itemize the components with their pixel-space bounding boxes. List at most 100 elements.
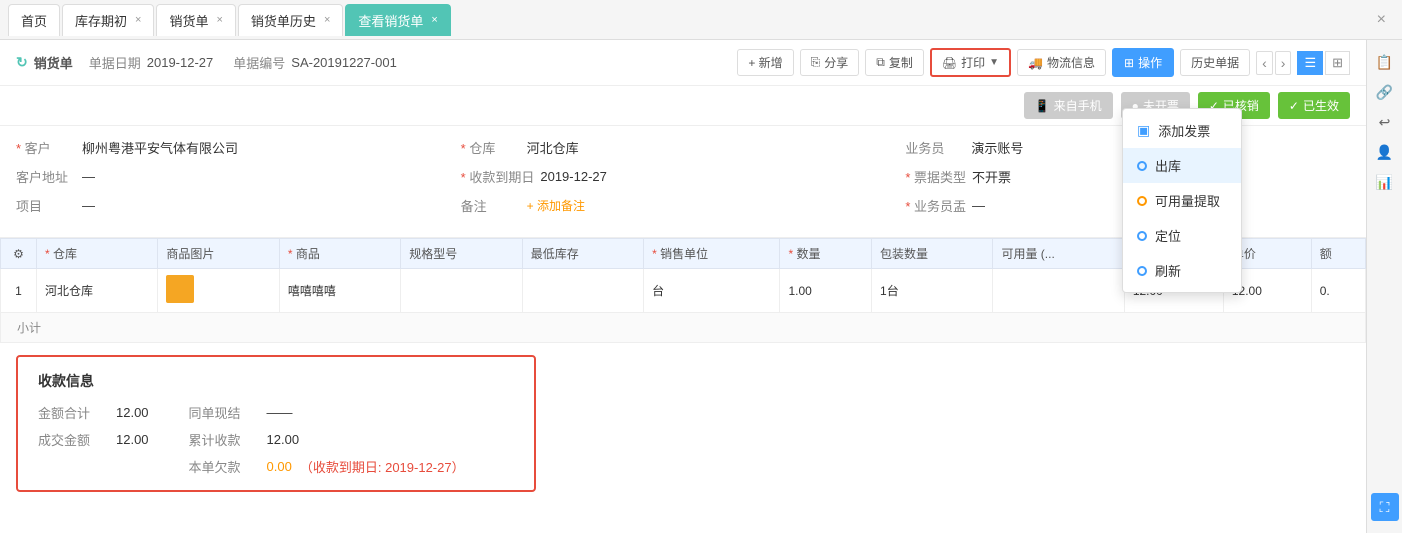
settings-col-header: ⚙ — [1, 239, 37, 269]
row-sales-unit: 台 — [644, 269, 780, 313]
truck-icon: 🚚 — [1028, 56, 1043, 70]
invoice-icon: ▣ — [1137, 122, 1150, 139]
close-tab-sales-order[interactable]: × — [216, 14, 222, 26]
summary-deal-amount: 成交金额 12.00 — [38, 430, 149, 449]
sidebar-expand-icon[interactable]: ⛶ — [1371, 493, 1399, 521]
close-tab-inventory-init[interactable]: × — [135, 14, 141, 26]
project-value: — — [82, 198, 95, 213]
payment-date-value: 2019-12-27 — [540, 169, 607, 184]
copy-icon: ⧉ — [876, 55, 885, 70]
copy-button[interactable]: ⧉ 复制 — [865, 49, 924, 76]
doc-actions: + 新增 ⎘ 分享 ⧉ 复制 🖨 打印 ▼ 🚚 物流信息 — [737, 48, 1350, 77]
product-img-col-header: 商品图片 — [158, 239, 279, 269]
sidebar-doc-icon[interactable]: 📋 — [1371, 48, 1399, 76]
summary-col-right: 同单现结 —— 累计收款 12.00 本单欠款 0.00 （收款到期日: 201… — [189, 403, 465, 476]
summary-accumulated: 累计收款 12.00 — [189, 430, 465, 449]
doc-header: ↻ 销货单 单据日期 2019-12-27 单据编号 SA-20191227-0… — [0, 40, 1366, 86]
effective-button[interactable]: ✓ 已生效 — [1278, 92, 1350, 119]
sales-unit-col-header: * 销售单位 — [644, 239, 780, 269]
min-stock-col-header: 最低库存 — [522, 239, 643, 269]
quantity-fetch-dot — [1137, 196, 1147, 206]
operations-dropdown: ▣ 添加发票 出库 可用量提取 定位 刷新 — [1122, 108, 1242, 293]
employee-label: 业务员 — [905, 138, 965, 157]
summary-same-settle: 同单现结 —— — [189, 403, 465, 422]
list-view-button[interactable]: ☰ — [1297, 51, 1323, 75]
next-button[interactable]: › — [1275, 51, 1292, 75]
close-all-button[interactable]: × — [1369, 11, 1394, 29]
add-note-button[interactable]: + 添加备注 — [527, 197, 585, 214]
address-value: — — [82, 169, 95, 184]
row-min-stock — [522, 269, 643, 313]
plus-icon: + — [527, 199, 534, 213]
tab-view-sales[interactable]: 查看销货单 × — [345, 4, 450, 36]
phone-icon: 📱 — [1035, 99, 1050, 113]
row-product: 嘻嘻嘻嘻 — [279, 269, 400, 313]
effective-icon: ✓ — [1289, 99, 1299, 113]
dropdown-locate[interactable]: 定位 — [1123, 218, 1241, 253]
quantity-col-header: * 数量 — [780, 239, 872, 269]
logistics-button[interactable]: 🚚 物流信息 — [1017, 49, 1106, 76]
dropdown-add-invoice[interactable]: ▣ 添加发票 — [1123, 113, 1241, 148]
warehouse-label: 仓库 — [461, 138, 521, 157]
new-button[interactable]: + 新增 — [737, 49, 793, 76]
row-warehouse: 河北仓库 — [37, 269, 158, 313]
row-pack-qty: 1台 — [872, 269, 993, 313]
sidebar-user-icon[interactable]: 👤 — [1371, 138, 1399, 166]
right-sidebar: 📋 🔗 ↩ 👤 📊 ⛶ — [1366, 40, 1402, 533]
grid-view-button[interactable]: ⊞ — [1325, 51, 1350, 75]
note-field: 备注 + 添加备注 — [461, 196, 906, 215]
locate-dot — [1137, 231, 1147, 241]
row-spec — [401, 269, 522, 313]
warehouse-col-header: * 仓库 — [37, 239, 158, 269]
print-button[interactable]: 🖨 打印 ▼ — [930, 48, 1011, 77]
payment-date-field: 收款到期日 2019-12-27 — [461, 167, 906, 186]
view-toggle: ☰ ⊞ — [1297, 51, 1350, 75]
doc-title: ↻ 销货单 — [16, 53, 73, 72]
summary-rows: 金额合计 12.00 成交金额 12.00 同单现结 —— 累计收款 — [38, 403, 514, 476]
amount-col-header: 额 — [1311, 239, 1365, 269]
operations-button[interactable]: ⊞ 操作 — [1112, 48, 1174, 77]
summary-panel: 收款信息 金额合计 12.00 成交金额 12.00 同单现结 —— — [16, 355, 536, 492]
spec-col-header: 规格型号 — [401, 239, 522, 269]
tab-sales-history[interactable]: 销货单历史 × — [238, 4, 343, 36]
ticket-type-value: 不开票 — [972, 167, 1011, 186]
prev-button[interactable]: ‹ — [1256, 51, 1273, 75]
refresh-dot — [1137, 266, 1147, 276]
row-amount: 0. — [1311, 269, 1365, 313]
history-button[interactable]: 历史单据 — [1180, 49, 1250, 76]
tab-inventory-init[interactable]: 库存期初 × — [62, 4, 154, 36]
dropdown-outbound[interactable]: 出库 — [1123, 148, 1241, 183]
summary-col-left: 金额合计 12.00 成交金额 12.00 — [38, 403, 149, 476]
product-image — [166, 275, 194, 303]
doc-date-field: 单据日期 2019-12-27 — [89, 53, 214, 72]
close-tab-sales-history[interactable]: × — [324, 14, 330, 26]
share-icon: ⎘ — [811, 55, 821, 70]
warehouse-value: 河北仓库 — [527, 138, 579, 157]
dropdown-quantity-fetch[interactable]: 可用量提取 — [1123, 183, 1241, 218]
print-icon: 🖨 — [942, 56, 957, 70]
share-button[interactable]: ⎘ 分享 — [800, 49, 860, 76]
ticket-type-label: 票据类型 — [905, 167, 966, 186]
sidebar-link-icon[interactable]: 🔗 — [1371, 78, 1399, 106]
address-field: 客户地址 — — [16, 167, 461, 186]
project-field: 项目 — — [16, 196, 461, 215]
grid-icon: ⊞ — [1124, 56, 1134, 70]
dropdown-refresh[interactable]: 刷新 — [1123, 253, 1241, 288]
tab-home[interactable]: 首页 — [8, 4, 60, 36]
tab-sales-order[interactable]: 销货单 × — [156, 4, 235, 36]
summary-title: 收款信息 — [38, 371, 514, 391]
summary-total-amount: 金额合计 12.00 — [38, 403, 149, 422]
outbound-dot — [1137, 161, 1147, 171]
sidebar-chart-icon[interactable]: 📊 — [1371, 168, 1399, 196]
tab-bar: 首页 库存期初 × 销货单 × 销货单历史 × 查看销货单 × × — [0, 0, 1402, 40]
customer-field: 客户 柳州粤港平安气体有限公司 — [16, 138, 461, 157]
doc-meta: 单据日期 2019-12-27 单据编号 SA-20191227-001 — [89, 53, 722, 72]
available-col-header: 可用量 (... — [993, 239, 1124, 269]
sidebar-return-icon[interactable]: ↩ — [1371, 108, 1399, 136]
from-phone-button[interactable]: 📱 来自手机 — [1024, 92, 1113, 119]
note-label: 备注 — [461, 196, 521, 215]
row-product-img — [158, 269, 279, 313]
product-col-header: * 商品 — [279, 239, 400, 269]
doc-date-value: 2019-12-27 — [147, 55, 214, 70]
close-tab-view-sales[interactable]: × — [431, 14, 437, 26]
